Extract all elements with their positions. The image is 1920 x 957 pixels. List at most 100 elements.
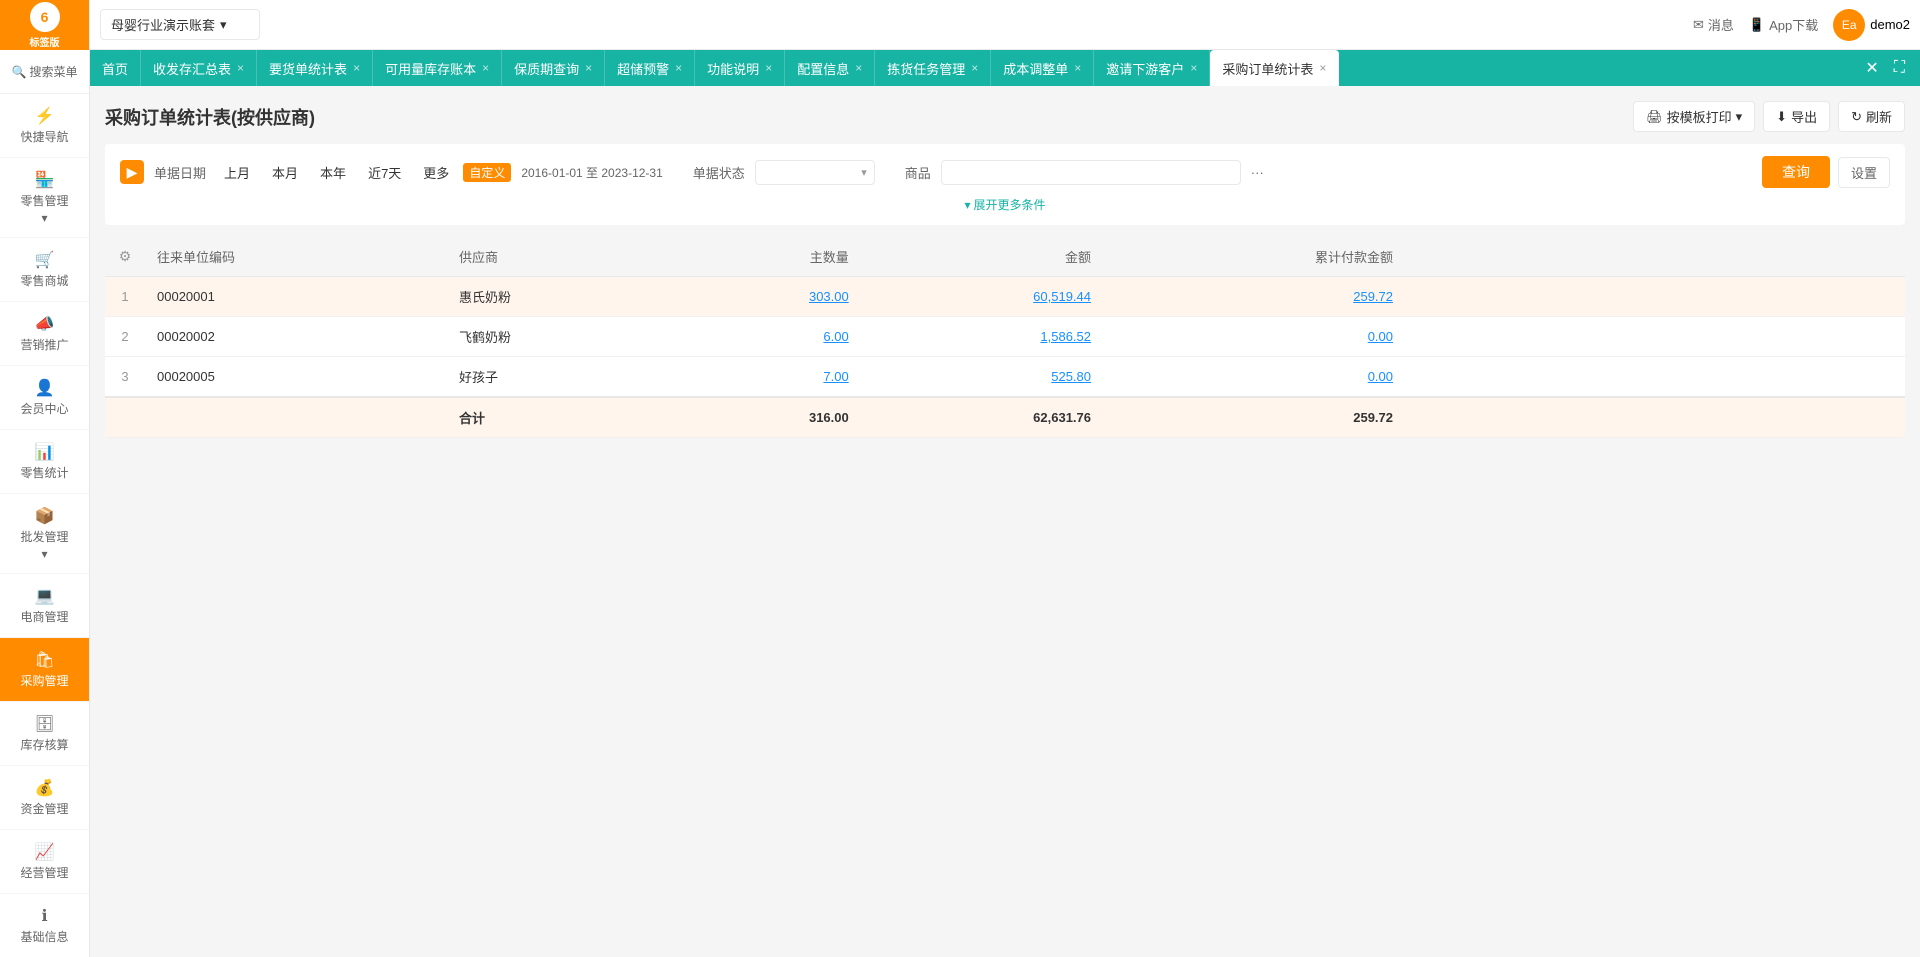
sidebar-item-wholesale-mgmt-label: 批发管理: [20, 528, 68, 545]
sidebar-item-member-center-label: 会员中心: [20, 400, 68, 417]
footer-empty-2: [145, 397, 447, 438]
export-button[interactable]: ⬇ 导出: [1763, 101, 1830, 132]
sidebar-item-quick-nav[interactable]: ⚡ 快捷导航: [0, 94, 89, 158]
row-2-qty-link[interactable]: 6.00: [823, 329, 848, 344]
topbar-message-button[interactable]: ✉ 消息: [1693, 15, 1734, 34]
filter-toggle-button[interactable]: ▶: [120, 160, 144, 184]
main-area: 母婴行业演示账套 ▾ ✉ 消息 📱 App下载 Ea demo2 首页: [90, 0, 1920, 957]
tab-function-desc-close[interactable]: ×: [765, 61, 772, 75]
row-1-qty-link[interactable]: 303.00: [809, 289, 849, 304]
tab-expiry-query[interactable]: 保质期查询 ×: [502, 50, 605, 86]
tab-config-info[interactable]: 配置信息 ×: [785, 50, 875, 86]
expand-down-icon: ▾: [964, 198, 970, 212]
topbar-user-button[interactable]: Ea demo2: [1833, 9, 1910, 41]
tab-pick-task-mgmt-close[interactable]: ×: [971, 61, 978, 75]
row-2-paid-link[interactable]: 0.00: [1368, 329, 1393, 344]
row-3-supplier: 好孩子: [447, 357, 672, 398]
status-select[interactable]: [755, 160, 875, 185]
sidebar-item-ops-mgmt[interactable]: 📈 经营管理: [0, 830, 89, 894]
tab-expiry-query-close[interactable]: ×: [585, 61, 592, 75]
table-footer: 合计 316.00 62,631.76 259.72: [105, 397, 1905, 438]
filter-more-icon[interactable]: ···: [1251, 165, 1264, 180]
query-button[interactable]: 查询: [1762, 156, 1830, 188]
row-2-amount-link[interactable]: 1,586.52: [1040, 329, 1091, 344]
settings-button[interactable]: 设置: [1838, 157, 1890, 188]
tab-purchase-order-stats-close[interactable]: ×: [1319, 61, 1326, 75]
sidebar-item-finance-mgmt[interactable]: 💰 资金管理: [0, 766, 89, 830]
date-btn-last-month[interactable]: 上月: [216, 161, 258, 184]
workspace-selector[interactable]: 母婴行业演示账套 ▾: [100, 9, 260, 40]
table-settings-icon[interactable]: ⚙: [119, 248, 132, 264]
footer-qty: 316.00: [672, 397, 861, 438]
tab-receive-send-label: 收发存汇总表: [153, 59, 231, 78]
export-label: 导出: [1791, 107, 1817, 126]
sidebar-item-purchase-mgmt[interactable]: 🛍 采购管理: [0, 638, 89, 702]
sidebar-item-retail-stats[interactable]: 📊 零售统计: [0, 430, 89, 494]
tab-over-stock-warning-close[interactable]: ×: [675, 61, 682, 75]
date-btn-this-year[interactable]: 本年: [312, 161, 354, 184]
tab-available-stock[interactable]: 可用量库存账本 ×: [373, 50, 502, 86]
date-btn-more[interactable]: 更多: [415, 161, 457, 184]
tab-expiry-query-label: 保质期查询: [514, 59, 579, 78]
sidebar-item-retail-mgmt[interactable]: 🏪 零售管理 ▾: [0, 158, 89, 238]
topbar-message-label: 消息: [1708, 15, 1734, 34]
date-label: 单据日期: [154, 163, 206, 182]
data-table: ⚙ 往来单位编码 供应商 主数量 金额: [105, 237, 1905, 438]
ops-mgmt-icon: 📈: [35, 842, 55, 862]
tab-function-desc[interactable]: 功能说明 ×: [695, 50, 785, 86]
row-1-supplier: 惠氏奶粉: [447, 277, 672, 317]
logo-icon-text: 6: [41, 9, 49, 25]
tabbar-maximize-button[interactable]: ⛶: [1889, 57, 1910, 79]
tabbar-close-all-button[interactable]: ✕: [1860, 56, 1883, 80]
tab-receive-send-close[interactable]: ×: [237, 61, 244, 75]
tab-invite-downstream-label: 邀请下游客户: [1106, 59, 1184, 78]
table-row: 3 00020005 好孩子 7.00 525.80 0.00: [105, 357, 1905, 398]
search-icon: 🔍: [12, 65, 27, 79]
sidebar-search-button[interactable]: 🔍 搜索菜单: [5, 58, 84, 85]
row-1-empty: [1405, 277, 1905, 317]
tab-config-info-close[interactable]: ×: [855, 61, 862, 75]
sidebar-item-ecommerce-mgmt[interactable]: 💻 电商管理: [0, 574, 89, 638]
tab-goods-stats-close[interactable]: ×: [353, 61, 360, 75]
tab-cost-adjust-close[interactable]: ×: [1074, 61, 1081, 75]
sidebar-item-inventory-check[interactable]: 🗄 库存核算: [0, 702, 89, 766]
row-1-amount-link[interactable]: 60,519.44: [1033, 289, 1091, 304]
expand-conditions-button[interactable]: ▾ 展开更多条件: [964, 196, 1045, 213]
tab-receive-send[interactable]: 收发存汇总表 ×: [141, 50, 257, 86]
tab-invite-downstream-close[interactable]: ×: [1190, 61, 1197, 75]
tab-cost-adjust[interactable]: 成本调整单 ×: [991, 50, 1094, 86]
tab-pick-task-mgmt[interactable]: 拣货任务管理 ×: [875, 50, 991, 86]
row-3-unit-code: 00020005: [145, 357, 447, 398]
goods-input[interactable]: [941, 160, 1241, 185]
row-3-paid-link[interactable]: 0.00: [1368, 369, 1393, 384]
sidebar-item-retail-store[interactable]: 🛒 零售商城: [0, 238, 89, 302]
topbar: 母婴行业演示账套 ▾ ✉ 消息 📱 App下载 Ea demo2: [90, 0, 1920, 50]
tab-purchase-order-stats[interactable]: 采购订单统计表 ×: [1210, 50, 1339, 86]
row-3-qty-link[interactable]: 7.00: [823, 369, 848, 384]
refresh-button[interactable]: ↻ 刷新: [1838, 101, 1905, 132]
table-body: 1 00020001 惠氏奶粉 303.00 60,519.44 259.72 …: [105, 277, 1905, 398]
sidebar-item-basic-info[interactable]: ℹ 基础信息: [0, 894, 89, 957]
row-3-amount-link[interactable]: 525.80: [1051, 369, 1091, 384]
sidebar-item-wholesale-mgmt[interactable]: 📦 批发管理 ▾: [0, 494, 89, 574]
row-1-index: 1: [105, 277, 145, 317]
tab-available-stock-close[interactable]: ×: [482, 61, 489, 75]
quick-nav-icon: ⚡: [35, 106, 55, 126]
tab-goods-stats[interactable]: 要货单统计表 ×: [257, 50, 373, 86]
tab-invite-downstream[interactable]: 邀请下游客户 ×: [1094, 50, 1210, 86]
topbar-app-download-button[interactable]: 📱 App下载: [1749, 15, 1818, 34]
date-btn-this-month[interactable]: 本月: [264, 161, 306, 184]
sidebar-item-member-center[interactable]: 👤 会员中心: [0, 366, 89, 430]
filter-expand-row: ▾ 展开更多条件: [120, 196, 1890, 213]
date-btn-last-7days[interactable]: 近7天: [360, 161, 409, 184]
retail-store-icon: 🛒: [35, 250, 55, 270]
row-1-paid-link[interactable]: 259.72: [1353, 289, 1393, 304]
chevron-down-icon-2: ▾: [41, 547, 47, 561]
sidebar-item-marketing[interactable]: 📣 营销推广: [0, 302, 89, 366]
print-button[interactable]: 🖨 按模板打印 ▾: [1633, 101, 1755, 132]
tab-home[interactable]: 首页: [90, 50, 141, 86]
row-3-paid-amount: 0.00: [1103, 357, 1405, 398]
sidebar-item-finance-mgmt-label: 资金管理: [20, 800, 68, 817]
sidebar: 6 标签版 🔍 搜索菜单 ⚡ 快捷导航 🏪 零售管理 ▾ 🛒: [0, 0, 90, 957]
tab-over-stock-warning[interactable]: 超储预警 ×: [605, 50, 695, 86]
